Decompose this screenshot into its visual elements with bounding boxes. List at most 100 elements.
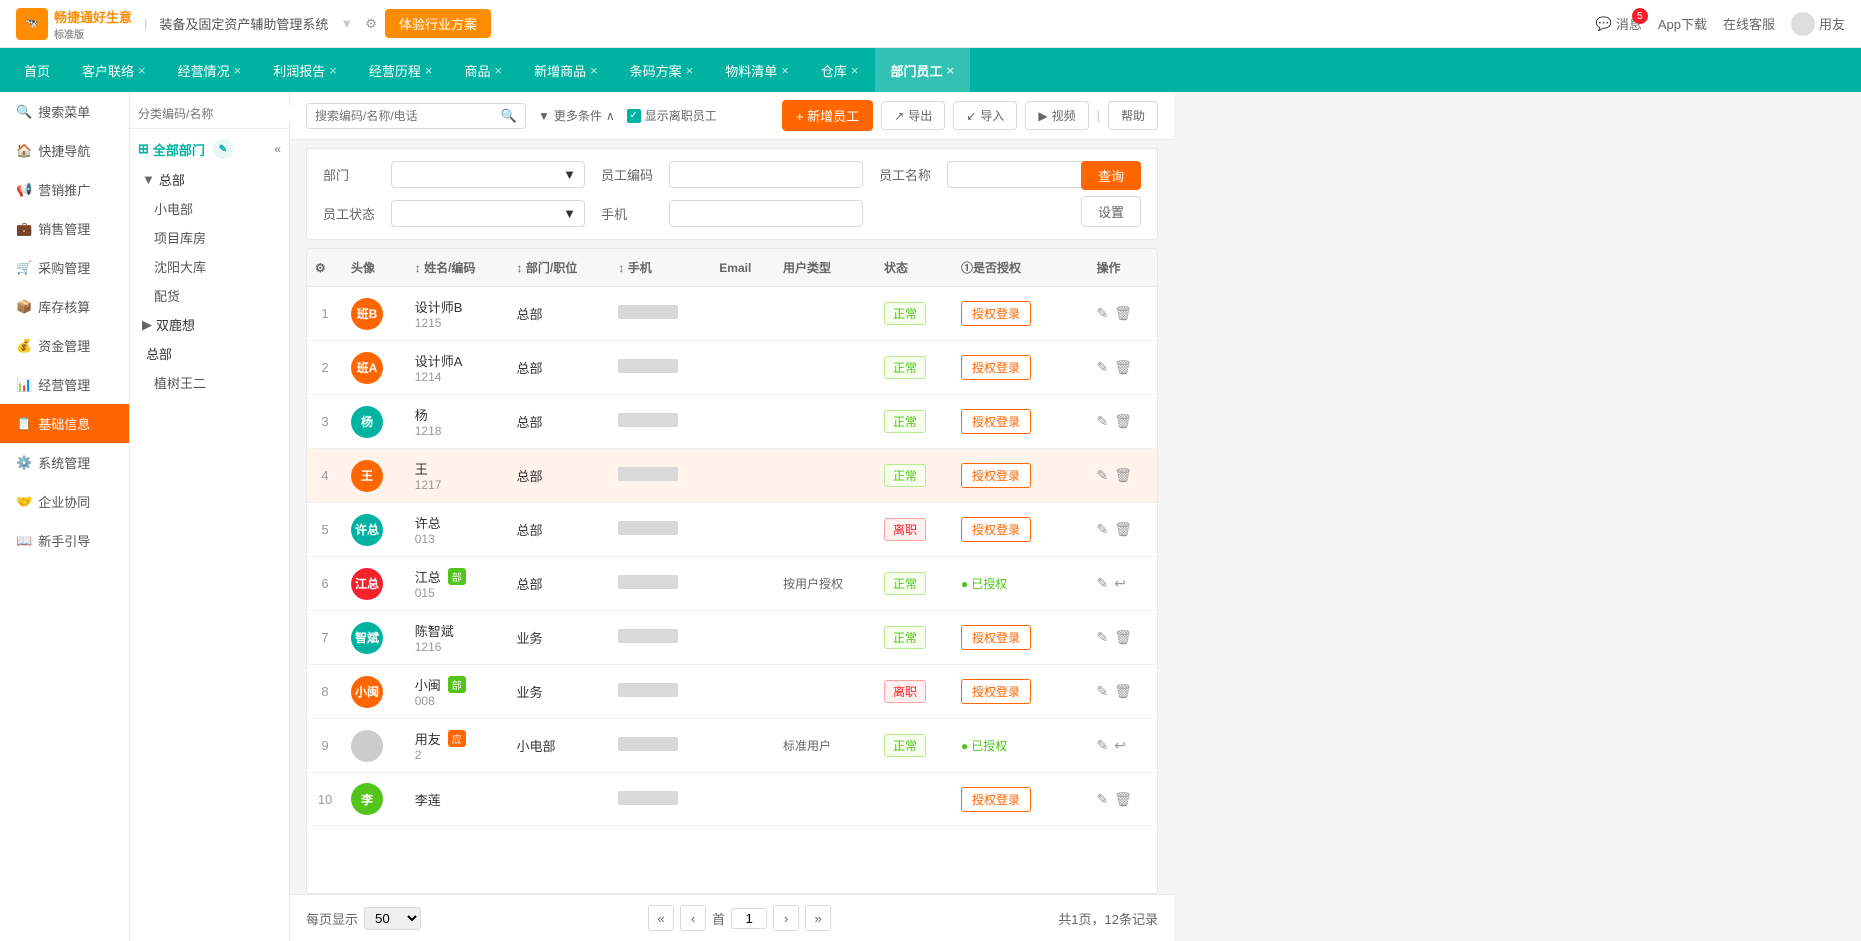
sidebar-item-operation[interactable]: 📊 经营管理 [0,365,129,404]
edit-icon-10[interactable]: ✎ [1097,791,1109,808]
last-page-btn[interactable]: » [805,905,831,931]
tab-employees[interactable]: 部门员工 × [875,48,971,92]
reset-btn[interactable]: 设置 [1081,196,1141,227]
col-name[interactable]: ↕ 姓名/编码 [407,249,509,287]
dept-sub-xianmukufang[interactable]: 项目库房 [130,223,289,252]
edit-icon-7[interactable]: ✎ [1097,629,1109,646]
prev-page-btn[interactable]: ‹ [680,905,706,931]
delete-icon-7[interactable]: 🗑 [1114,629,1132,646]
close-addgoods-icon[interactable]: × [590,63,598,78]
dept-sub-shenyangdaku[interactable]: 沈阳大库 [130,252,289,281]
edit-icon-4[interactable]: ✎ [1097,467,1109,484]
tab-customer[interactable]: 客户联络 × [66,48,162,92]
add-employee-btn[interactable]: + 新增员工 [782,100,873,131]
delete-icon-4[interactable]: 🗑 [1114,467,1132,484]
search-submit-icon[interactable]: 🔍 [501,108,517,124]
dept-sub-peihuo[interactable]: 配货 [130,281,289,310]
delete-icon-3[interactable]: 🗑 [1114,413,1132,430]
show-leave-checkbox[interactable]: ✓ [627,109,641,123]
sidebar-item-stock[interactable]: 📦 库存核算 [0,287,129,326]
delete-icon-9[interactable]: ↩ [1114,737,1126,754]
sidebar-item-guide[interactable]: 📖 新手引导 [0,521,129,560]
close-customer-icon[interactable]: × [138,63,146,78]
empcode-filter-input[interactable] [669,161,863,188]
tab-operation[interactable]: 经营情况 × [162,48,258,92]
edit-icon-8[interactable]: ✎ [1097,683,1109,700]
close-operation-icon[interactable]: × [234,63,242,78]
auth-btn-5[interactable]: 授权登录 [961,517,1031,542]
auth-btn-2[interactable]: 授权登录 [961,355,1031,380]
tab-barcode[interactable]: 条码方案 × [614,48,710,92]
import-btn[interactable]: ↙ 导入 [953,101,1017,130]
sidebar-item-purchase[interactable]: 🛒 采购管理 [0,248,129,287]
auth-btn-3[interactable]: 授权登录 [961,409,1031,434]
dept-edit-btn[interactable]: ✎ [213,139,233,159]
edit-icon-9[interactable]: ✎ [1097,737,1109,754]
query-btn[interactable]: 查询 [1081,161,1141,190]
dept-collapse-btn[interactable]: « [274,142,281,156]
app-download[interactable]: App下载 [1658,14,1707,33]
export-btn[interactable]: ↗ 导出 [881,101,945,130]
close-profit-icon[interactable]: × [329,63,337,78]
tab-materials[interactable]: 物料清单 × [709,48,805,92]
auth-btn-10[interactable]: 授权登录 [961,787,1031,812]
delete-icon-2[interactable]: 🗑 [1114,359,1132,376]
msg-area[interactable]: 💬 消息 5 [1596,14,1642,33]
delete-icon-8[interactable]: 🗑 [1114,683,1132,700]
tab-addgoods[interactable]: 新增商品 × [518,48,614,92]
edit-icon-1[interactable]: ✎ [1097,305,1109,322]
search-input[interactable] [315,109,501,123]
tab-profit[interactable]: 利润报告 × [257,48,353,92]
auth-btn-1[interactable]: 授权登录 [961,301,1031,326]
close-barcode-icon[interactable]: × [686,63,694,78]
per-page-select[interactable]: 50 100 [364,907,421,930]
user-area[interactable]: 用友 [1791,12,1845,36]
col-dept[interactable]: ↕ 部门/职位 [509,249,611,287]
settings-icon[interactable]: ⚙ [365,16,377,32]
page-input[interactable] [731,908,767,929]
close-goods-icon[interactable]: × [494,63,502,78]
status-filter-select[interactable]: ▼ [391,200,585,227]
delete-icon-1[interactable]: 🗑 [1114,305,1132,322]
close-warehouse-icon[interactable]: × [851,63,859,78]
col-phone[interactable]: ↕ 手机 [610,249,711,287]
sidebar-item-basic[interactable]: 📋 基础信息 [0,404,129,443]
all-dept-label[interactable]: 全部部门 [153,140,205,159]
dept-search-input[interactable] [138,107,293,121]
sidebar-item-marketing[interactable]: 📢 营销推广 [0,170,129,209]
show-leave-check[interactable]: ✓ 显示离职员工 [627,107,717,124]
col-settings[interactable]: ⚙ [307,249,343,287]
first-page-btn[interactable]: « [648,905,674,931]
next-page-btn[interactable]: › [773,905,799,931]
online-service[interactable]: 在线客服 [1723,14,1775,33]
phone-filter-input[interactable] [669,200,863,227]
delete-icon-5[interactable]: 🗑 [1114,521,1132,538]
close-history-icon[interactable]: × [425,63,433,78]
edit-icon-5[interactable]: ✎ [1097,521,1109,538]
edit-icon-3[interactable]: ✎ [1097,413,1109,430]
dept-sub-zhishuwanger[interactable]: 植树王二 [130,368,289,397]
dept-filter-select[interactable]: ▼ [391,161,585,188]
sidebar-item-collab[interactable]: 🤝 企业协同 [0,482,129,521]
sidebar-item-sales[interactable]: 💼 销售管理 [0,209,129,248]
sidebar-item-quicknav[interactable]: 🏠 快捷导航 [0,131,129,170]
more-filter-btn[interactable]: ▼ 更多条件 ∧ [538,107,615,124]
tab-warehouse[interactable]: 仓库 × [805,48,875,92]
video-btn[interactable]: ▶ 视频 [1025,101,1088,130]
help-btn[interactable]: 帮助 [1108,101,1158,130]
auth-btn-4[interactable]: 授权登录 [961,463,1031,488]
tab-home[interactable]: 首页 [8,48,66,92]
delete-icon-10[interactable]: 🗑 [1114,791,1132,808]
edit-icon-2[interactable]: ✎ [1097,359,1109,376]
tab-goods[interactable]: 商品 × [448,48,518,92]
try-btn[interactable]: 体验行业方案 [385,9,491,38]
close-materials-icon[interactable]: × [781,63,789,78]
auth-btn-7[interactable]: 授权登录 [961,625,1031,650]
auth-btn-8[interactable]: 授权登录 [961,679,1031,704]
tab-history[interactable]: 经营历程 × [353,48,449,92]
delete-icon-6[interactable]: ↩ [1114,575,1126,592]
dept-sub-xiaodianbu[interactable]: 小电部 [130,194,289,223]
close-employees-icon[interactable]: × [947,63,955,78]
edit-icon-6[interactable]: ✎ [1097,575,1109,592]
sidebar-item-system[interactable]: ⚙️ 系统管理 [0,443,129,482]
